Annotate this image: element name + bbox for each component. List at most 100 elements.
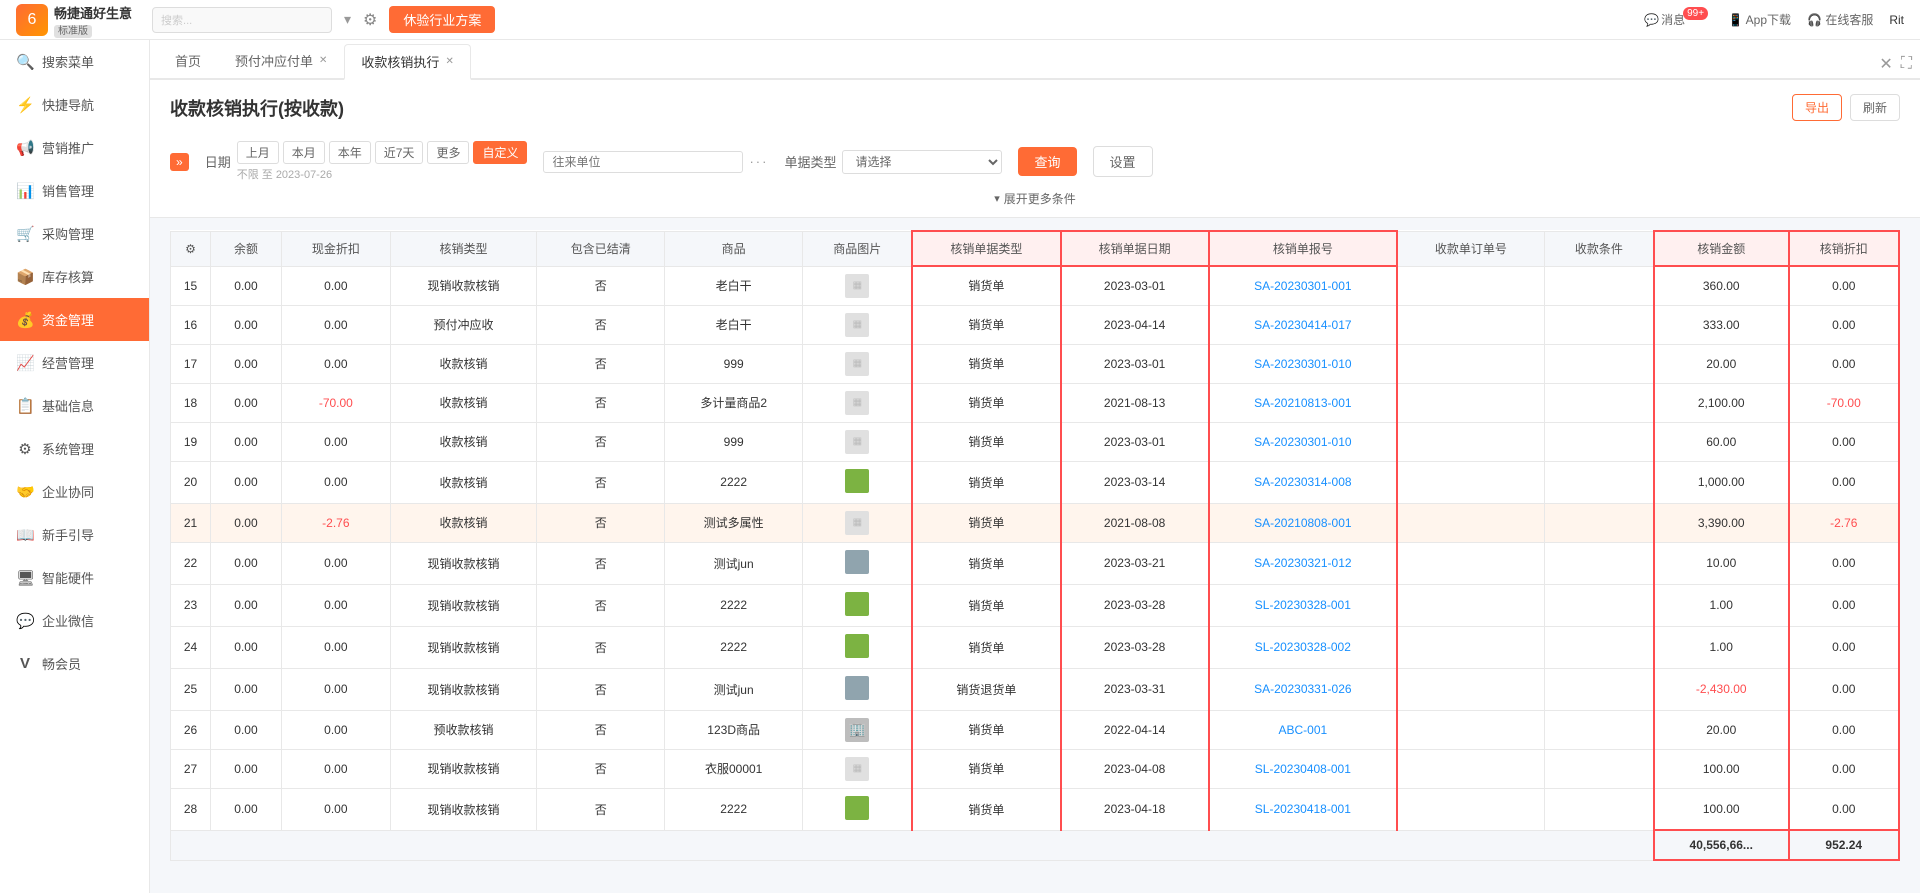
sidebar-item-system[interactable]: ⚙ 系统管理 bbox=[0, 427, 149, 470]
td-include-settled: 否 bbox=[537, 626, 665, 668]
bill-no-link[interactable]: SA-20230301-010 bbox=[1254, 357, 1351, 371]
sidebar-item-hardware[interactable]: 🖥 智能硬件 bbox=[0, 556, 149, 599]
bill-no-link[interactable]: SL-20230328-001 bbox=[1255, 598, 1351, 612]
export-button[interactable]: 导出 bbox=[1792, 94, 1842, 121]
td-write-off-discount: 0.00 bbox=[1789, 626, 1899, 668]
tab-receipt-writeoff[interactable]: 收款核销执行 ✕ bbox=[344, 44, 470, 80]
table-row: 27 0.00 0.00 现销收款核销 否 衣服00001 ▦ 销货单 2023… bbox=[171, 749, 1900, 788]
app-download-link[interactable]: 📱 App下载 bbox=[1728, 11, 1791, 28]
sidebar-item-purchase[interactable]: 🛒 采购管理 bbox=[0, 212, 149, 255]
td-receipt-condition bbox=[1544, 788, 1654, 830]
td-goods-img: ▦ bbox=[803, 503, 913, 542]
this-month-btn[interactable]: 本月 bbox=[283, 141, 325, 164]
bill-no-link[interactable]: ABC-001 bbox=[1278, 723, 1327, 737]
last-7days-btn[interactable]: 近7天 bbox=[375, 141, 424, 164]
enterprise-icon: 🤝 bbox=[16, 483, 34, 501]
bill-no-link[interactable]: SL-20230408-001 bbox=[1255, 762, 1351, 776]
td-write-off-amount: 100.00 bbox=[1654, 788, 1789, 830]
tab-close-receipt[interactable]: ✕ bbox=[445, 56, 453, 67]
sidebar-item-sales[interactable]: 📊 销售管理 bbox=[0, 169, 149, 212]
th-write-off-bill-type: 核销单据类型 bbox=[912, 231, 1060, 266]
bill-no-link[interactable]: SA-20230321-012 bbox=[1254, 556, 1351, 570]
td-write-off-bill-type: 销货单 bbox=[912, 788, 1060, 830]
table-container: ⚙ 余额 现金折扣 核销类型 包含已结清 商品 商品图片 核销单据类型 核销单据… bbox=[150, 218, 1920, 873]
custom-date-btn[interactable]: 自定义 bbox=[473, 141, 527, 164]
online-service-link[interactable]: 🎧 在线客服 bbox=[1807, 11, 1873, 28]
td-write-off-bill-date: 2023-03-01 bbox=[1061, 344, 1209, 383]
bill-no-link[interactable]: SA-20230314-008 bbox=[1254, 475, 1351, 489]
page-title: 收款核销执行(按收款) bbox=[170, 95, 344, 121]
receipt-type-filter: 单据类型 请选择 bbox=[784, 150, 1002, 174]
sidebar-item-quick-nav[interactable]: ⚡ 快捷导航 bbox=[0, 83, 149, 126]
table-footer-row: 40,556,66... 952.24 bbox=[171, 830, 1900, 860]
refresh-button[interactable]: 刷新 bbox=[1850, 94, 1900, 121]
th-settings[interactable]: ⚙ bbox=[171, 231, 211, 266]
table-row: 18 0.00 -70.00 收款核销 否 多计量商品2 ▦ 销货单 2021-… bbox=[171, 383, 1900, 422]
page-actions: 导出 刷新 bbox=[1792, 94, 1900, 121]
td-write-off-bill-no: SA-20230301-010 bbox=[1209, 422, 1397, 461]
dropdown-arrow-icon[interactable]: ▾ bbox=[344, 11, 351, 28]
td-write-off-bill-type: 销货单 bbox=[912, 422, 1060, 461]
sidebar-item-search[interactable]: 🔍 搜索菜单 bbox=[0, 40, 149, 83]
td-row-id: 23 bbox=[171, 584, 211, 626]
bill-no-link[interactable]: SL-20230418-001 bbox=[1255, 802, 1351, 816]
last-month-btn[interactable]: 上月 bbox=[237, 141, 279, 164]
tab-bar-maximize-icon[interactable]: ⛶ bbox=[1901, 55, 1912, 73]
bill-no-link[interactable]: SA-20230331-026 bbox=[1254, 682, 1351, 696]
bill-no-link[interactable]: SA-20230414-017 bbox=[1254, 318, 1351, 332]
tab-prepayment[interactable]: 预付冲应付单 ✕ bbox=[218, 42, 344, 78]
td-balance: 0.00 bbox=[211, 344, 282, 383]
td-cash-discount: 0.00 bbox=[281, 461, 390, 503]
td-write-off-bill-date: 2023-03-14 bbox=[1061, 461, 1209, 503]
td-goods-img: ▦ bbox=[803, 344, 913, 383]
td-write-off-amount: 100.00 bbox=[1654, 749, 1789, 788]
bill-no-link[interactable]: SA-20230301-010 bbox=[1254, 435, 1351, 449]
filter-collapse-button[interactable]: » bbox=[170, 153, 189, 171]
td-write-off-amount: 60.00 bbox=[1654, 422, 1789, 461]
td-write-off-amount: -2,430.00 bbox=[1654, 668, 1789, 710]
industry-solution-button[interactable]: 休验行业方案 bbox=[389, 6, 495, 33]
td-write-off-bill-type: 销货单 bbox=[912, 344, 1060, 383]
td-cash-discount: 0.00 bbox=[281, 710, 390, 749]
bill-no-link[interactable]: SL-20230328-002 bbox=[1255, 640, 1351, 654]
search-input-bar[interactable]: 搜索... bbox=[152, 7, 332, 33]
this-year-btn[interactable]: 本年 bbox=[329, 141, 371, 164]
td-cash-discount: 0.00 bbox=[281, 584, 390, 626]
td-include-settled: 否 bbox=[537, 305, 665, 344]
bill-no-link[interactable]: SA-20210808-001 bbox=[1254, 516, 1351, 530]
sidebar-item-vip[interactable]: V 畅会员 bbox=[0, 642, 149, 685]
bill-no-link[interactable]: SA-20210813-001 bbox=[1254, 396, 1351, 410]
more-date-btn[interactable]: 更多 bbox=[427, 141, 469, 164]
sidebar-item-newbie[interactable]: 📖 新手引导 bbox=[0, 513, 149, 556]
sidebar-item-finance[interactable]: 💰 资金管理 bbox=[0, 298, 149, 341]
search-icon: 🔍 bbox=[16, 53, 34, 71]
brand: 6 畅捷通好生意 标准版 bbox=[16, 3, 132, 37]
td-write-off-bill-date: 2023-04-18 bbox=[1061, 788, 1209, 830]
settings-gear-icon[interactable]: ⚙ bbox=[363, 10, 377, 30]
td-write-off-discount: 0.00 bbox=[1789, 542, 1899, 584]
messages-icon-area[interactable]: 💬 消息99+ bbox=[1644, 11, 1712, 28]
sidebar-item-inventory[interactable]: 📦 库存核算 bbox=[0, 255, 149, 298]
td-write-off-discount: 0.00 bbox=[1789, 344, 1899, 383]
tab-close-prepayment[interactable]: ✕ bbox=[319, 55, 327, 66]
sidebar-item-operations[interactable]: 📈 经营管理 bbox=[0, 341, 149, 384]
tab-home[interactable]: 首页 bbox=[158, 42, 218, 78]
td-receipt-order-no bbox=[1397, 584, 1544, 626]
bill-no-link[interactable]: SA-20230301-001 bbox=[1254, 279, 1351, 293]
receipt-type-select[interactable]: 请选择 bbox=[842, 150, 1002, 174]
td-write-off-bill-date: 2021-08-08 bbox=[1061, 503, 1209, 542]
date-buttons: 上月 本月 本年 近7天 更多 自定义 bbox=[237, 141, 528, 164]
sidebar-item-enterprise[interactable]: 🤝 企业协同 bbox=[0, 470, 149, 513]
setting-button[interactable]: 设置 bbox=[1093, 146, 1153, 177]
sidebar-item-wechat[interactable]: 💬 企业微信 bbox=[0, 599, 149, 642]
tab-bar-close-icon[interactable]: ✕ bbox=[1879, 54, 1892, 74]
sidebar-item-basic-info[interactable]: 📋 基础信息 bbox=[0, 384, 149, 427]
td-goods-img: ▦ bbox=[803, 422, 913, 461]
from-unit-input[interactable] bbox=[543, 151, 743, 173]
query-button[interactable]: 查询 bbox=[1018, 147, 1076, 176]
expand-more-btn[interactable]: ▾ 展开更多条件 bbox=[170, 190, 1900, 207]
td-write-off-bill-no: SA-20230331-026 bbox=[1209, 668, 1397, 710]
operations-icon: 📈 bbox=[16, 354, 34, 372]
sidebar-item-marketing[interactable]: 📢 营销推广 bbox=[0, 126, 149, 169]
quick-nav-icon: ⚡ bbox=[16, 96, 34, 114]
